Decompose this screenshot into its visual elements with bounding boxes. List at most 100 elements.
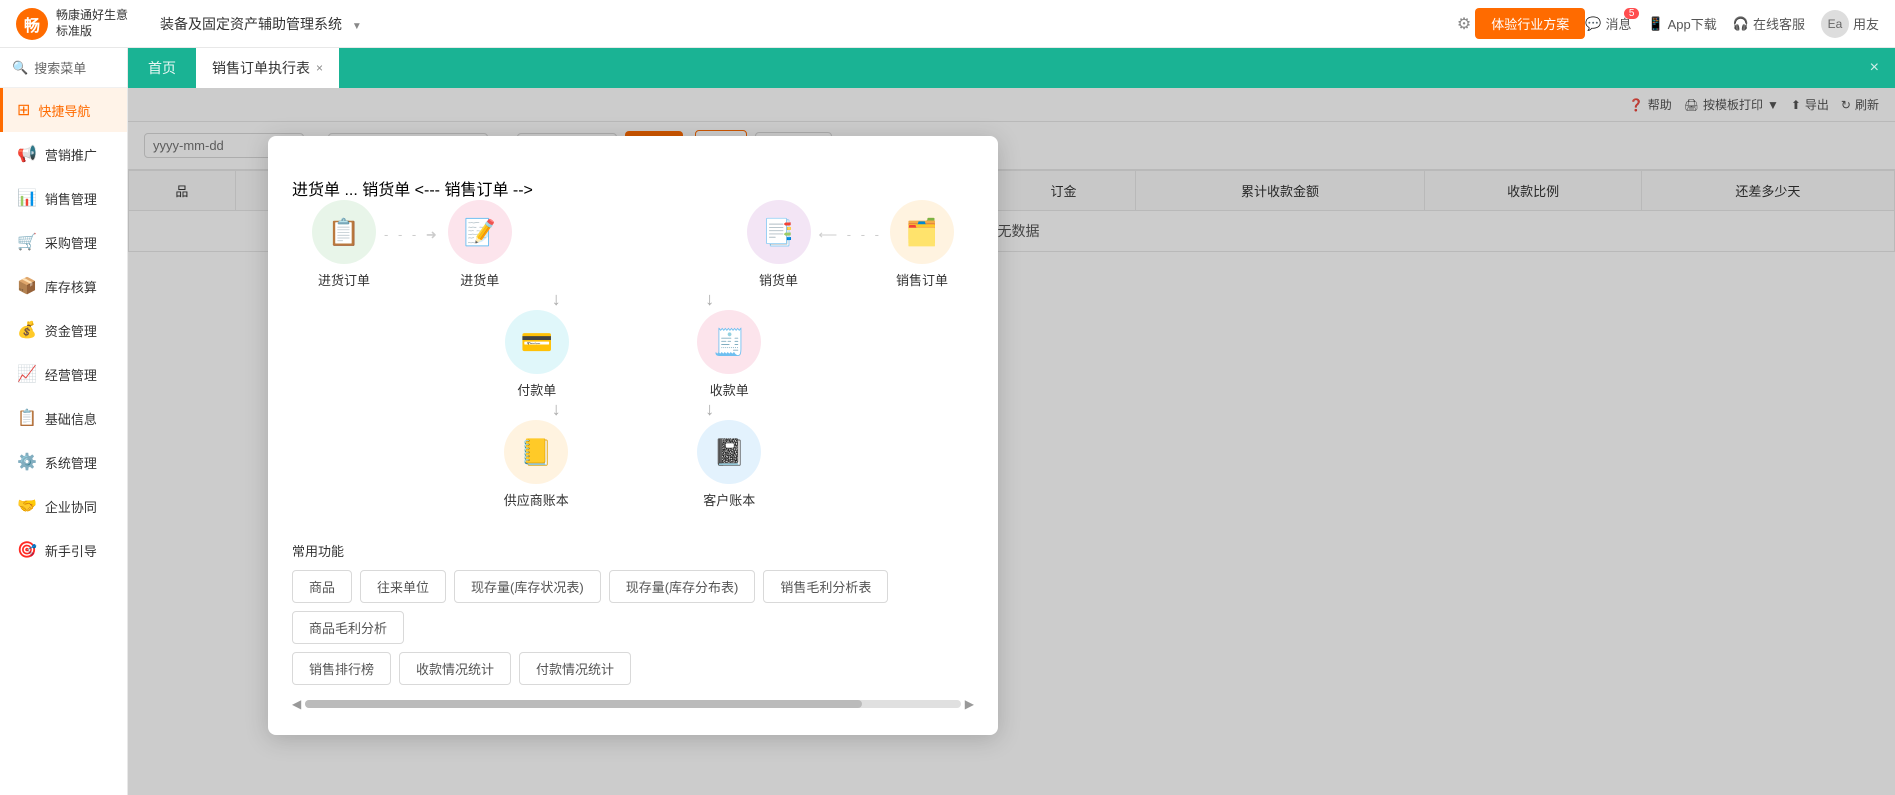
flow-popup: 进货单 ... 销货单 <--- 销售订单 --> 📋 进货订单	[268, 136, 998, 735]
flow-node-jinhuodan: 📝 进货单	[448, 200, 512, 289]
flow-container: 进货单 ... 销货单 <--- 销售订单 --> 📋 进货订单	[292, 160, 974, 533]
marketing-icon: 📢	[17, 144, 37, 164]
sidebar-item-system[interactable]: ⚙️ 系统管理	[0, 440, 127, 484]
guide-icon: 🎯	[17, 540, 37, 560]
purchase-icon: 🛒	[17, 232, 37, 252]
sidebar: 🔍 搜索菜单 ⊞ 快捷导航 📢 营销推广 📊 销售管理 🛒 采购管理 📦 库存核…	[0, 48, 128, 795]
download-icon: 📱	[1647, 16, 1663, 32]
sidebar-item-basic-info[interactable]: 📋 基础信息	[0, 396, 127, 440]
func-btn-sales-profit[interactable]: 销售毛利分析表	[763, 570, 888, 603]
app-title: 装备及固定资产辅助管理系统 ▼	[144, 14, 1453, 34]
collab-icon: 🤝	[17, 496, 37, 516]
tab-home[interactable]: 首页	[128, 48, 196, 88]
scrollbar-track[interactable]	[305, 700, 961, 708]
sales-icon: 📊	[17, 188, 37, 208]
flow-node-shoukuandan: 🧾 收款单	[697, 310, 761, 399]
arrow-dashed-right-1: - - - ➜	[384, 227, 440, 243]
sidebar-item-guide[interactable]: 🎯 新手引导	[0, 528, 127, 572]
func-btn-contacts[interactable]: 往来单位	[360, 570, 446, 603]
message-btn[interactable]: 💬 消息 5	[1585, 14, 1631, 33]
arrow-down-1: ↓	[552, 289, 561, 310]
common-functions: 常用功能 商品 往来单位 现存量(库存状况表) 现存量(库存分布表) 销售毛利分…	[292, 541, 974, 685]
func-btn-payment-stats[interactable]: 付款情况统计	[519, 652, 631, 685]
basic-info-icon: 📋	[17, 408, 37, 428]
flow-node-gongyingshang: 📒 供应商账本	[504, 420, 569, 509]
tab-sales-exec[interactable]: 销售订单执行表 ×	[196, 48, 339, 88]
scroll-left-btn[interactable]: ◀	[292, 697, 301, 711]
tab-close-btn[interactable]: ×	[316, 61, 323, 75]
system-icon: ⚙️	[17, 452, 37, 472]
inventory-icon: 📦	[17, 276, 37, 296]
sidebar-item-sales[interactable]: 📊 销售管理	[0, 176, 127, 220]
logo-icon: 畅	[16, 8, 48, 40]
flow-node-kehu: 📓 客户账本	[697, 420, 761, 509]
func-btn-inventory-status[interactable]: 现存量(库存状况表)	[454, 570, 601, 603]
arrow-down-4: ↓	[705, 399, 714, 420]
message-badge: 5	[1624, 8, 1640, 19]
online-service-btn[interactable]: 🎧 在线客服	[1733, 14, 1805, 33]
overlay: 进货单 ... 销货单 <--- 销售订单 --> 📋 进货订单	[128, 88, 1895, 795]
func-btn-inventory-dist[interactable]: 现存量(库存分布表)	[609, 570, 756, 603]
sidebar-item-collab[interactable]: 🤝 企业协同	[0, 484, 127, 528]
shoukuandan-label: 收款单	[710, 380, 749, 399]
arrow-down-2: ↓	[705, 289, 714, 310]
search-menu-btn[interactable]: 🔍 搜索菜单	[0, 48, 127, 88]
main-content: 首页 销售订单执行表 × × ❓ 帮助 🖨 按模板打印 ▼	[128, 48, 1895, 795]
trial-btn[interactable]: 体验行业方案	[1475, 8, 1585, 39]
sidebar-item-operations[interactable]: 📈 经营管理	[0, 352, 127, 396]
top-bar-right: 💬 消息 5 📱 App下载 🎧 在线客服 Ea 用友	[1585, 10, 1879, 38]
common-func-title: 常用功能	[292, 541, 974, 560]
message-icon: 💬	[1585, 16, 1601, 32]
xiaohuo-label: 销货单	[759, 270, 798, 289]
func-row-2: 销售排行榜 收款情况统计 付款情况统计	[292, 652, 974, 685]
shoukuandan-icon: 🧾	[713, 327, 745, 358]
func-btn-product[interactable]: 商品	[292, 570, 352, 603]
gear-icon[interactable]: ⚙	[1457, 14, 1471, 34]
tab-bar: 首页 销售订单执行表 × ×	[128, 48, 1895, 88]
gongyingshang-label: 供应商账本	[504, 490, 569, 509]
sidebar-item-inventory[interactable]: 📦 库存核算	[0, 264, 127, 308]
popup-scrollbar: ◀ ▶	[292, 697, 974, 711]
avatar: Ea	[1821, 10, 1849, 38]
sidebar-item-purchase[interactable]: 🛒 采购管理	[0, 220, 127, 264]
headset-icon: 🎧	[1733, 16, 1749, 32]
func-btn-product-profit[interactable]: 商品毛利分析	[292, 611, 404, 644]
flow-node-xiaoshoudingdan: 🗂️ 销售订单	[890, 200, 954, 289]
dropdown-arrow-icon[interactable]: ▼	[352, 21, 362, 32]
sidebar-item-quicknav[interactable]: ⊞ 快捷导航	[0, 88, 127, 132]
flow-node-jinhuodingdan: 📋 进货订单	[312, 200, 376, 289]
xiaoshoudingdan-icon: 🗂️	[906, 217, 938, 248]
tab-close-all-btn[interactable]: ×	[1854, 59, 1895, 77]
arrow-dashed-left-1: ⟵ - - -	[819, 227, 882, 243]
jinhuodan-label: 进货单	[460, 270, 499, 289]
finance-icon: 💰	[17, 320, 37, 340]
user-menu[interactable]: Ea 用友	[1821, 10, 1879, 38]
operations-icon: 📈	[17, 364, 37, 384]
scroll-right-btn[interactable]: ▶	[965, 697, 974, 711]
app-download-btn[interactable]: 📱 App下载	[1647, 14, 1716, 33]
sidebar-item-finance[interactable]: 💰 资金管理	[0, 308, 127, 352]
kehu-icon: 📓	[713, 437, 745, 468]
main-layout: 🔍 搜索菜单 ⊞ 快捷导航 📢 营销推广 📊 销售管理 🛒 采购管理 📦 库存核…	[0, 48, 1895, 795]
top-bar: 畅 畅康通好生意 标准版 装备及固定资产辅助管理系统 ▼ ⚙ 体验行业方案 💬 …	[0, 0, 1895, 48]
flow-node-xiaohuo: 📑 销货单	[747, 200, 811, 289]
xiaohuo-icon: 📑	[762, 217, 794, 248]
jinhuodingdan-icon: 📋	[328, 217, 360, 248]
gongyingshang-icon: 📒	[520, 437, 552, 468]
xiaoshoudingdan-label: 销售订单	[896, 270, 948, 289]
jinhuodingdan-label: 进货订单	[318, 270, 370, 289]
arrow-down-3: ↓	[552, 399, 561, 420]
flow-node-fukuandan: 💳 付款单	[505, 310, 569, 399]
fukuandan-icon: 💳	[521, 327, 553, 358]
func-row-1: 商品 往来单位 现存量(库存状况表) 现存量(库存分布表) 销售毛利分析表 商品…	[292, 570, 974, 644]
logo-text: 畅康通好生意 标准版	[56, 8, 128, 39]
jinhuodan-icon: 📝	[464, 217, 496, 248]
func-btn-receipt-stats[interactable]: 收款情况统计	[399, 652, 511, 685]
func-btn-sales-rank[interactable]: 销售排行榜	[292, 652, 391, 685]
scrollbar-thumb	[305, 700, 862, 708]
logo-area: 畅 畅康通好生意 标准版	[16, 8, 144, 40]
sidebar-item-marketing[interactable]: 📢 营销推广	[0, 132, 127, 176]
fukuandan-label: 付款单	[517, 380, 556, 399]
search-icon: 🔍	[12, 60, 28, 76]
content-area: ❓ 帮助 🖨 按模板打印 ▼ ⬆ 导出 ↻ 刷新	[128, 88, 1895, 795]
